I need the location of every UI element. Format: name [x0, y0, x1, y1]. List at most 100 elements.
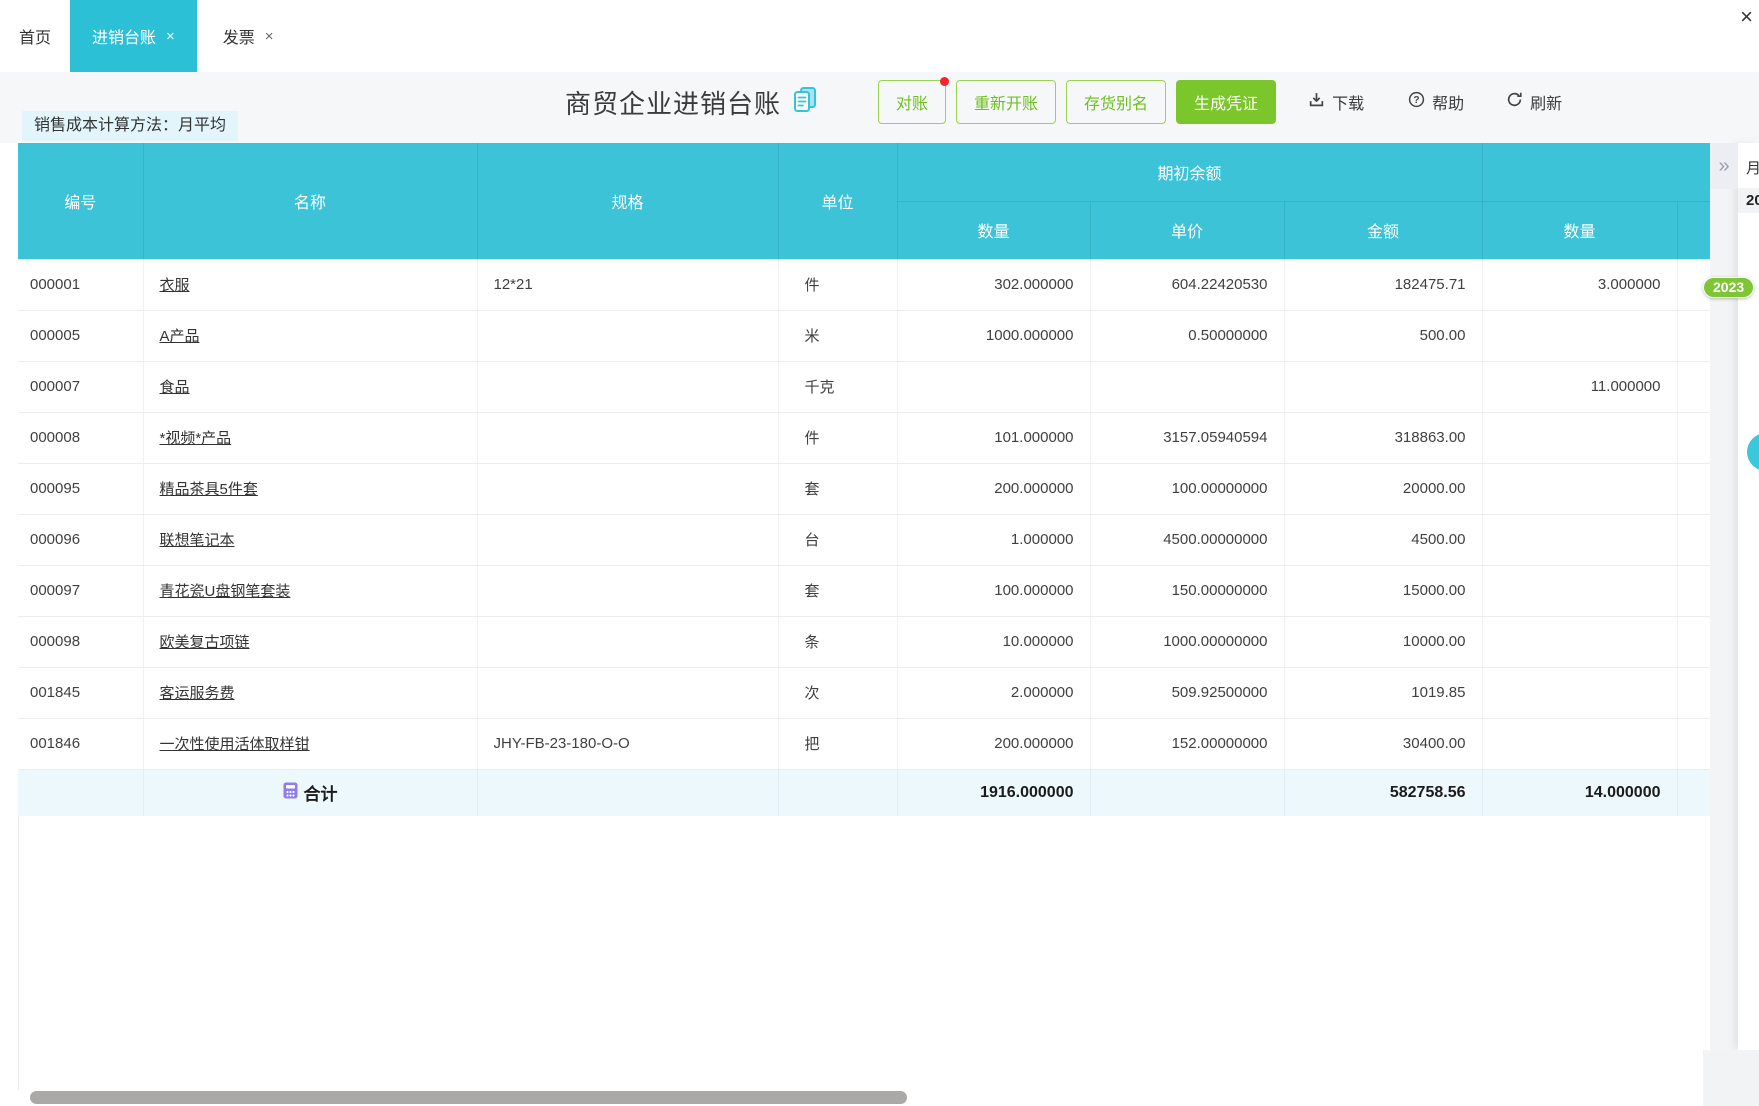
tab-ledger[interactable]: 进销台账 × [70, 0, 197, 72]
item-code: 000001 [18, 259, 144, 311]
horizontal-scrollbar-thumb[interactable] [30, 1091, 907, 1104]
item-spec [477, 463, 779, 515]
item-name-link[interactable]: 联想笔记本 [160, 532, 235, 549]
total-label: 合计 [303, 785, 338, 805]
year-row[interactable]: 20 [1738, 188, 1759, 213]
refresh-icon [1506, 91, 1523, 113]
item-qty2 [1482, 718, 1678, 770]
item-amount: 15000.00 [1284, 565, 1483, 617]
page-title-text: 商贸企业进销台账 [565, 88, 782, 119]
item-price: 150.00000000 [1090, 565, 1285, 617]
item-unit: 件 [778, 259, 898, 311]
cost-method-label: 销售成本计算方法： [34, 117, 179, 134]
col-header-name: 名称 [143, 143, 478, 260]
table-row: 000005 A产品 米 1000.000000 0.50000000 500.… [18, 310, 1710, 362]
item-qty2 [1482, 616, 1678, 668]
item-price: 152.00000000 [1090, 718, 1285, 770]
item-unit: 套 [778, 565, 898, 617]
item-price: 509.92500000 [1090, 667, 1285, 719]
help-label: 帮助 [1432, 96, 1465, 113]
item-unit: 千克 [778, 361, 898, 413]
item-qty2: 11.000000 [1482, 361, 1678, 413]
refresh-button[interactable]: 刷新 [1506, 90, 1562, 114]
item-name-link[interactable]: 食品 [160, 379, 190, 396]
item-name-link[interactable]: 一次性使用活体取样钳 [160, 736, 310, 753]
item-name-link[interactable]: *视频*产品 [160, 430, 232, 447]
item-code: 000097 [18, 565, 144, 617]
col-header-amount: 金额 [1284, 201, 1483, 260]
item-qty2 [1482, 310, 1678, 362]
item-spec: 12*21 [477, 259, 779, 311]
download-button[interactable]: 下载 [1308, 90, 1364, 114]
reopen-books-button[interactable]: 重新开账 [956, 80, 1057, 124]
svg-text:?: ? [1414, 95, 1420, 106]
item-unit: 次 [778, 667, 898, 719]
item-spec [477, 514, 779, 566]
close-icon[interactable]: × [1740, 4, 1753, 30]
tab-home[interactable]: 首页 [0, 0, 70, 72]
total-qty: 1916.000000 [897, 768, 1091, 816]
item-amount: 20000.00 [1284, 463, 1483, 515]
item-amount: 10000.00 [1284, 616, 1483, 668]
toolbar-buttons: 对账 重新开账 存货别名 生成凭证 下载 ? 帮助 刷新 [878, 77, 1562, 124]
calculator-icon [283, 782, 298, 804]
download-label: 下载 [1332, 96, 1365, 113]
table-row: 000098 欧美复古项链 条 10.000000 1000.00000000 … [18, 616, 1710, 668]
item-code: 000096 [18, 514, 144, 566]
item-qty2 [1482, 412, 1678, 464]
item-amount: 30400.00 [1284, 718, 1483, 770]
item-name-link[interactable]: 客运服务费 [160, 685, 235, 702]
chevron-right-icon: » [1718, 154, 1730, 177]
item-name-link[interactable]: 精品茶具5件套 [160, 481, 258, 498]
generate-voucher-button[interactable]: 生成凭证 [1176, 80, 1277, 124]
item-qty: 101.000000 [897, 412, 1091, 464]
tab-invoice-label: 发票 [222, 30, 255, 47]
notification-dot [940, 77, 950, 86]
item-amount [1284, 361, 1483, 413]
item-qty2 [1482, 463, 1678, 515]
item-name-link[interactable]: A产品 [160, 328, 200, 345]
cost-method-value: 月平均 [178, 117, 227, 134]
table-row: 000095 精品茶具5件套 套 200.000000 100.00000000… [18, 463, 1710, 515]
item-spec [477, 565, 779, 617]
item-code: 000007 [18, 361, 144, 413]
scrollbar-corner [1703, 1050, 1759, 1106]
cost-method: 销售成本计算方法：月平均 [22, 111, 239, 141]
item-name-link[interactable]: 衣服 [160, 277, 190, 294]
copy-document-icon[interactable] [790, 84, 820, 121]
group-header-opening-balance: 期初余额 [897, 143, 1483, 202]
item-name-link[interactable]: 欧美复古项链 [160, 634, 250, 651]
help-button[interactable]: ? 帮助 [1408, 90, 1464, 114]
item-amount: 4500.00 [1284, 514, 1483, 566]
table-row: 001845 客运服务费 次 2.000000 509.92500000 101… [18, 667, 1710, 719]
tab-close-icon[interactable]: × [166, 29, 175, 44]
help-icon: ? [1408, 91, 1425, 113]
item-spec [477, 310, 779, 362]
item-qty: 200.000000 [897, 463, 1091, 515]
item-amount: 182475.71 [1284, 259, 1483, 311]
reconcile-button[interactable]: 对账 [878, 77, 950, 124]
col-header-qty: 数量 [897, 201, 1091, 260]
item-unit: 把 [778, 718, 898, 770]
col-header-qty2: 数量 [1482, 201, 1678, 260]
col-header-code: 编号 [18, 143, 144, 260]
tab-invoice[interactable]: 发票 × [197, 0, 300, 72]
table-row: 000097 青花瓷U盘钢笔套装 套 100.000000 150.000000… [18, 565, 1710, 617]
panel-collapse-button[interactable]: » [1710, 143, 1738, 189]
col-header-cutoff [1677, 201, 1710, 260]
tab-close-icon[interactable]: × [265, 29, 274, 44]
item-qty2: 3.000000 [1482, 259, 1678, 311]
refresh-label: 刷新 [1530, 96, 1563, 113]
item-name-link[interactable]: 青花瓷U盘钢笔套装 [160, 583, 291, 600]
item-price: 4500.00000000 [1090, 514, 1285, 566]
item-qty2 [1482, 514, 1678, 566]
total-amount: 582758.56 [1284, 768, 1483, 816]
month-label[interactable]: 月 [1738, 143, 1759, 178]
inventory-alias-button[interactable]: 存货别名 [1066, 80, 1167, 124]
item-qty: 2.000000 [897, 667, 1091, 719]
item-code: 000005 [18, 310, 144, 362]
group-header-cutoff [1482, 143, 1710, 202]
item-amount: 1019.85 [1284, 667, 1483, 719]
item-amount: 500.00 [1284, 310, 1483, 362]
item-spec [477, 616, 779, 668]
